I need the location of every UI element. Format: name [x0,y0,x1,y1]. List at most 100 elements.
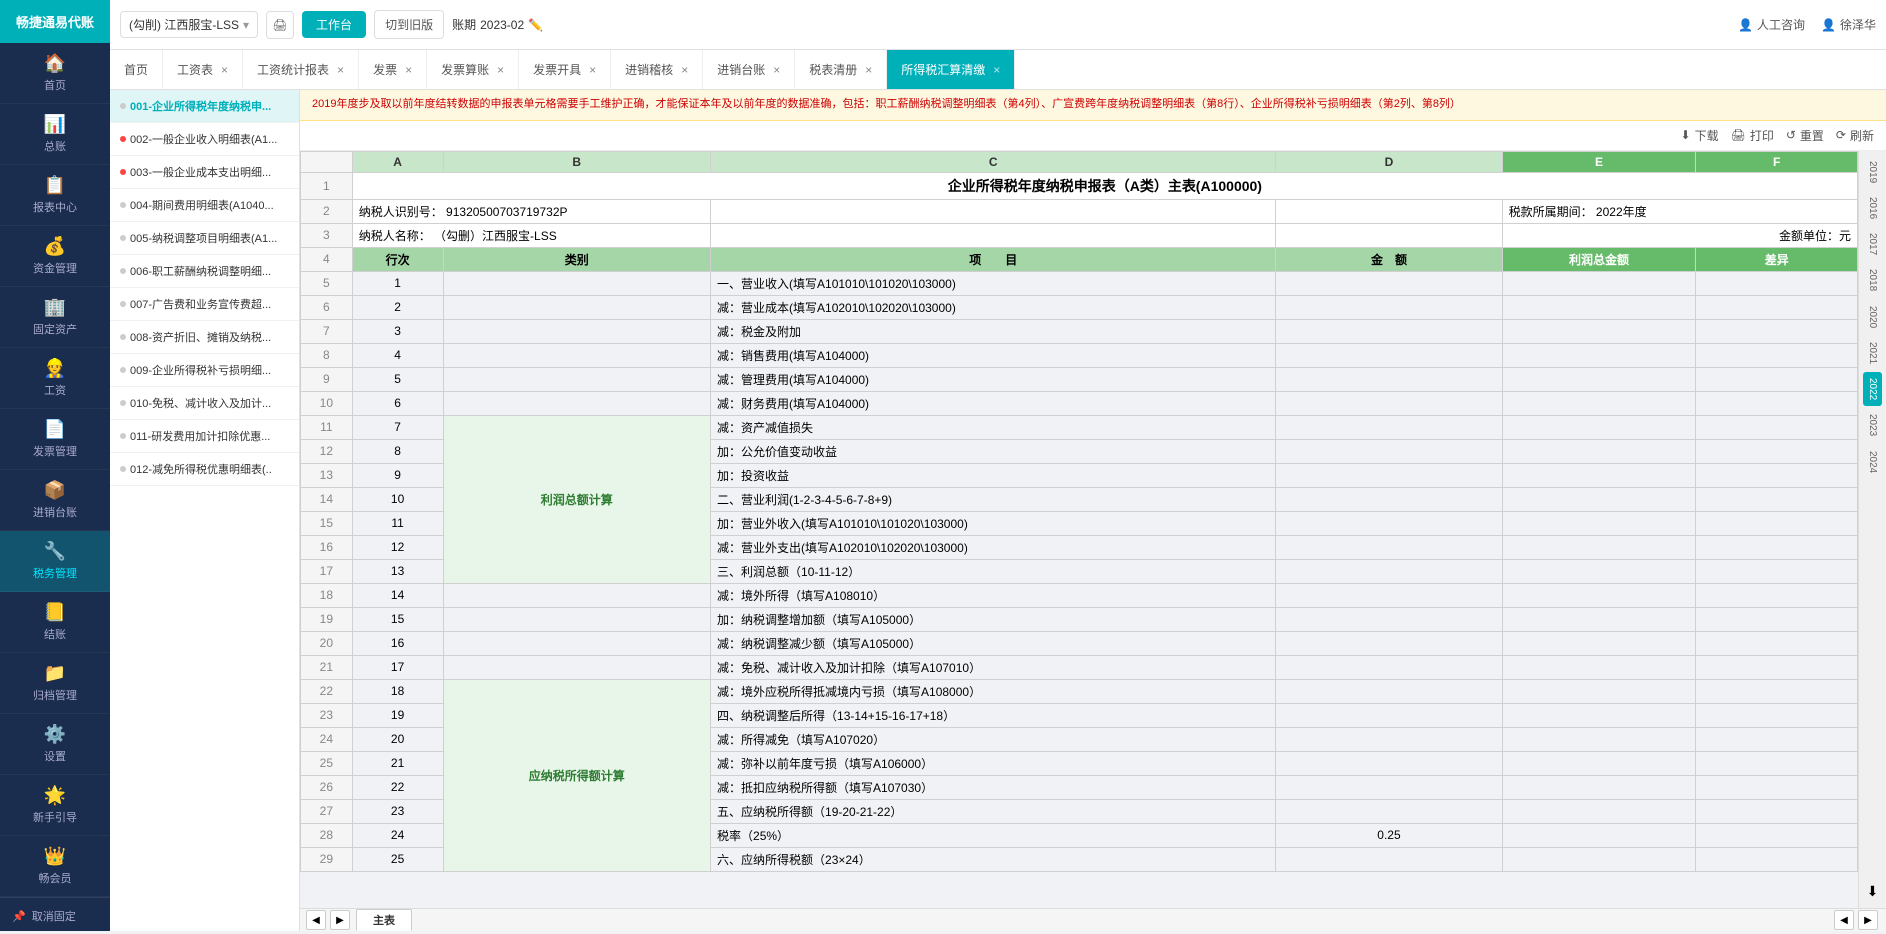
print-button[interactable]: 🖨 打印 [1731,127,1774,144]
tab-invoice-label: 发票 [373,61,397,78]
sheet-next-btn[interactable]: ▶ [330,910,350,930]
year-2016[interactable]: 2016 [1863,191,1882,225]
table-row-title: 1 企业所得税年度纳税申报表（A类）主表(A100000) [301,172,1858,199]
tab-salary[interactable]: 工资表 × [163,50,243,90]
sheet-container[interactable]: A B C D E F 1 企业所 [300,151,1858,908]
sheet-tab-main[interactable]: 主表 [356,909,412,931]
unpin-button[interactable]: 📌 取消固定 [0,898,110,934]
nav-tabs: 首页 工资表 × 工资统计报表 × 发票 × 发票算账 × 发票开具 × 进销稽… [110,50,1886,90]
sidebar-item-settings[interactable]: ⚙️ 设置 [0,714,110,775]
year-2021[interactable]: 2021 [1863,336,1882,370]
list-item-001-label: 001-企业所得税年度纳税申... [130,98,271,114]
tab-home[interactable]: 首页 [110,50,163,90]
status-dot [120,103,126,109]
list-item-009[interactable]: 009-企业所得税补亏损明细... [110,354,299,387]
list-item-012-label: 012-减免所得税优惠明细表(.. [130,461,272,477]
sidebar-item-ledger[interactable]: 📊 总账 [0,104,110,165]
print-icon-btn[interactable]: 🖨 [266,11,294,39]
sidebar-item-salary[interactable]: 👷 工资 [0,348,110,409]
user-name: 徐泽华 [1840,16,1876,33]
sidebar-item-member[interactable]: 👑 畅会员 [0,836,110,897]
year-2018[interactable]: 2018 [1863,263,1882,297]
year-2020[interactable]: 2020 [1863,300,1882,334]
refresh-button[interactable]: ⟳ 刷新 [1836,127,1874,144]
scroll-right-btn[interactable]: ▶ [1858,910,1878,930]
sidebar-item-settle[interactable]: 📒 结账 [0,592,110,653]
tab-invoice-calc-label: 发票算账 [441,61,489,78]
user-profile[interactable]: 👤 徐泽华 [1821,16,1876,33]
tab-inout-check[interactable]: 进销稽核 × [611,50,703,90]
company-dropdown-icon: ▾ [243,18,249,32]
col-lirun: 利润总金额 [1502,247,1696,271]
period-edit-icon[interactable]: ✏️ [528,18,543,32]
ledger-icon: 📊 [44,114,66,135]
tab-invoice-calc[interactable]: 发票算账 × [427,50,519,90]
list-item-003[interactable]: 003-一般企业成本支出明细... [110,156,299,189]
list-item-012[interactable]: 012-减免所得税优惠明细表(.. [110,453,299,486]
list-item-005[interactable]: 005-纳税调整项目明细表(A1... [110,222,299,255]
tab-salary-stats[interactable]: 工资统计报表 × [243,50,359,90]
sidebar-item-archive[interactable]: 📁 归档管理 [0,653,110,714]
sidebar-item-invoice[interactable]: 📄 发票管理 [0,409,110,470]
download-button[interactable]: ⬇ 下载 [1681,127,1719,144]
year-2019[interactable]: 2019 [1863,155,1882,189]
scroll-left-btn[interactable]: ◀ [1834,910,1854,930]
switch-version-button[interactable]: 切到旧版 [374,10,444,39]
status-dot [120,367,126,373]
ai-icon: 👤 [1738,18,1753,32]
invoice-icon: 📄 [44,419,66,440]
tab-invoice[interactable]: 发票 × [359,50,427,90]
year-expand-icon[interactable]: ⬇ [1863,879,1883,904]
list-item-001[interactable]: 001-企业所得税年度纳税申... [110,90,299,123]
company-label: (勾削) 江西服宝-LSS [129,16,239,33]
col-header-rownum [301,151,353,172]
workspace-button[interactable]: 工作台 [302,11,366,38]
tab-salary-close[interactable]: × [221,63,228,77]
year-2022[interactable]: 2022 [1863,372,1882,406]
tab-salary-stats-close[interactable]: × [337,63,344,77]
sidebar-item-tax[interactable]: 🔧 税务管理 [0,531,110,592]
status-dot [120,136,126,142]
sidebar-item-funds[interactable]: 💰 资金管理 [0,226,110,287]
company-selector[interactable]: (勾削) 江西服宝-LSS ▾ [120,11,258,38]
sidebar-item-home[interactable]: 🏠 首页 [0,43,110,104]
tab-inout-ledger-close[interactable]: × [773,63,780,77]
list-item-004[interactable]: 004-期间费用明细表(A1040... [110,189,299,222]
sidebar-item-assets[interactable]: 🏢 固定资产 [0,287,110,348]
tab-invoice-calc-close[interactable]: × [497,63,504,77]
sidebar-item-guide[interactable]: 🌟 新手引导 [0,775,110,836]
list-item-002[interactable]: 002-一般企业收入明细表(A1... [110,123,299,156]
tab-tax-list[interactable]: 税表清册 × [795,50,887,90]
year-2017[interactable]: 2017 [1863,227,1882,261]
col-header-A: A [352,151,443,172]
tab-invoice-open[interactable]: 发票开具 × [519,50,611,90]
tab-income-tax[interactable]: 所得税汇算清缴 × [887,50,1015,90]
year-2023[interactable]: 2023 [1863,408,1882,442]
table-row: 9 5 减：管理费用(填写A104000) [301,367,1858,391]
tab-income-tax-close[interactable]: × [993,63,1000,77]
list-item-008[interactable]: 008-资产折旧、摊销及纳税... [110,321,299,354]
list-item-011-label: 011-研发费用加计扣除优惠... [130,428,270,444]
tab-invoice-close[interactable]: × [405,63,412,77]
topbar-right: 👤 人工咨询 👤 徐泽华 [1738,16,1876,33]
col-chayi: 差异 [1696,247,1858,271]
tab-inout-check-close[interactable]: × [681,63,688,77]
list-item-011[interactable]: 011-研发费用加计扣除优惠... [110,420,299,453]
list-item-006[interactable]: 006-职工薪酬纳税调整明细... [110,255,299,288]
tab-invoice-open-close[interactable]: × [589,63,596,77]
list-item-005-label: 005-纳税调整项目明细表(A1... [130,230,277,246]
tab-inout-ledger[interactable]: 进销台账 × [703,50,795,90]
list-item-007[interactable]: 007-广告费和业务宣传费超... [110,288,299,321]
ai-consult-btn[interactable]: 👤 人工咨询 [1738,16,1805,33]
sidebar-item-inout[interactable]: 📦 进销台账 [0,470,110,531]
sheet-prev-btn[interactable]: ◀ [306,910,326,930]
reset-button[interactable]: ↺ 重置 [1786,127,1824,144]
year-2024[interactable]: 2024 [1863,445,1882,479]
list-item-010[interactable]: 010-免税、减计收入及加计... [110,387,299,420]
topbar: (勾削) 江西服宝-LSS ▾ 🖨 工作台 切到旧版 账期 2023-02 ✏️… [110,0,1886,50]
tab-tax-list-close[interactable]: × [865,63,872,77]
list-item-002-label: 002-一般企业收入明细表(A1... [130,131,277,147]
sidebar-item-reports[interactable]: 📋 报表中心 [0,165,110,226]
currency-label: 金额单位：元 [1779,229,1851,243]
taxpayer-name-label: 纳税人名称： [359,229,431,243]
